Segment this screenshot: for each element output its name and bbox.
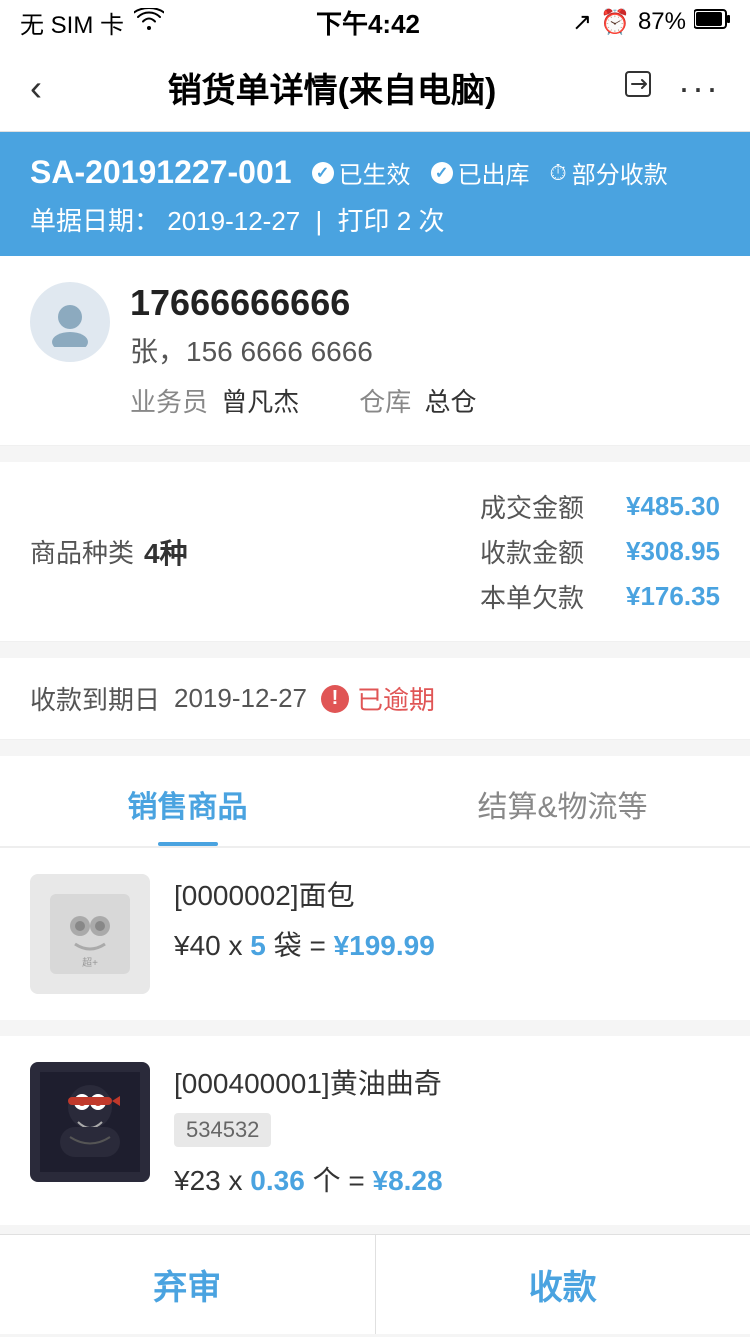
summary-section: 商品种类 4种 成交金额 ¥485.30 收款金额 ¥308.95 本单欠款 ¥… (0, 462, 750, 642)
product-price-2: ¥23 x 0.36 个 = ¥8.28 (174, 1159, 720, 1199)
alarm-icon: ⏰ (600, 8, 630, 37)
type-count: 4种 (144, 532, 188, 572)
customer-name: 张，156 6666 6666 (130, 330, 720, 370)
product-sku-2: 534532 (174, 1113, 271, 1147)
product-price-1: ¥40 x 5 袋 = ¥199.99 (174, 924, 720, 964)
owed-row: 本单欠款 ¥176.35 (480, 578, 720, 615)
received-value: ¥308.95 (600, 536, 720, 567)
amount-row: 成交金额 ¥485.30 (480, 488, 720, 525)
bottom-bar: 弃审 收款 (0, 1234, 750, 1334)
overdue-badge: ! 已逾期 (321, 680, 435, 717)
warehouse-value: 总仓 (425, 387, 477, 417)
cancel-review-button[interactable]: 弃审 (0, 1235, 376, 1334)
nav-bar: ‹ 销货单详情(来自电脑) ··· (0, 44, 750, 132)
carrier-label: 无 SIM 卡 (20, 5, 124, 40)
status-badge-effective: ✓ 已生效 (312, 155, 411, 190)
back-button[interactable]: ‹ (30, 67, 42, 109)
order-date-row: 单据日期： 2019-12-27 | 打印 2 次 (30, 201, 720, 238)
avatar (30, 282, 110, 362)
nav-right[interactable]: ··· (622, 67, 720, 109)
more-icon[interactable]: ··· (678, 67, 720, 109)
tab-settlement[interactable]: 结算&物流等 (375, 756, 750, 846)
product-type-info: 商品种类 4种 (30, 488, 188, 615)
location-icon: ↗ (572, 8, 592, 37)
tab-bar: 销售商品 结算&物流等 (0, 756, 750, 848)
product-thumbnail-2 (30, 1062, 150, 1182)
product-total-2: ¥8.28 (373, 1165, 443, 1196)
product-name-1: [0000002]面包 (174, 874, 720, 914)
amount-value: ¥485.30 (600, 491, 720, 522)
warehouse-field: 仓库 总仓 (359, 382, 476, 419)
salesperson-field: 业务员 曾凡杰 (130, 382, 299, 419)
due-section: 收款到期日 2019-12-27 ! 已逾期 (0, 658, 750, 740)
amount-info: 成交金额 ¥485.30 收款金额 ¥308.95 本单欠款 ¥176.35 (480, 488, 720, 615)
battery-icon (694, 8, 730, 36)
customer-section: 17666666666 张，156 6666 6666 业务员 曾凡杰 仓库 总… (0, 256, 750, 446)
status-bar: 无 SIM 卡 下午4:42 ↗ ⏰ 87% (0, 0, 750, 44)
battery-label: 87% (638, 8, 686, 36)
overdue-icon: ! (321, 685, 349, 713)
product-total-1: ¥199.99 (334, 930, 435, 961)
status-left: 无 SIM 卡 (20, 5, 164, 40)
status-badge-partial: ⏱ 部分收款 (550, 155, 668, 190)
product-qty-2: 0.36 (250, 1165, 305, 1196)
list-item[interactable]: 超+ [0000002]面包 ¥40 x 5 袋 = ¥199.99 (0, 848, 750, 1020)
salesperson-value: 曾凡杰 (221, 387, 299, 417)
order-number: SA-20191227-001 (30, 154, 292, 191)
list-item[interactable]: [000400001]黄油曲奇 534532 ¥23 x 0.36 个 = ¥8… (0, 1036, 750, 1225)
share-icon[interactable] (622, 68, 654, 107)
product-name-2: [000400001]黄油曲奇 (174, 1062, 720, 1102)
product-thumbnail-1: 超+ (30, 874, 150, 994)
status-time: 下午4:42 (316, 4, 420, 41)
payment-button[interactable]: 收款 (376, 1235, 750, 1334)
product-info-1: [0000002]面包 ¥40 x 5 袋 = ¥199.99 (174, 874, 720, 964)
tab-sales-products[interactable]: 销售商品 (0, 756, 375, 846)
status-right: ↗ ⏰ 87% (572, 8, 730, 37)
page-title: 销货单详情(来自电脑) (168, 63, 497, 112)
owed-value: ¥176.35 (600, 581, 720, 612)
received-row: 收款金额 ¥308.95 (480, 533, 720, 570)
wifi-icon (134, 8, 164, 37)
owl-image (30, 1062, 150, 1182)
product-qty-1: 5 (250, 930, 266, 961)
svg-text:超+: 超+ (82, 956, 98, 969)
product-info-2: [000400001]黄油曲奇 534532 ¥23 x 0.36 个 = ¥8… (174, 1062, 720, 1199)
customer-id: 17666666666 (130, 282, 720, 324)
customer-meta: 业务员 曾凡杰 仓库 总仓 (130, 382, 720, 419)
nav-left[interactable]: ‹ (30, 67, 42, 109)
status-badge-shipped: ✓ 已出库 (431, 155, 530, 190)
customer-info: 17666666666 张，156 6666 6666 业务员 曾凡杰 仓库 总… (130, 282, 720, 419)
header-band: SA-20191227-001 ✓ 已生效 ✓ 已出库 ⏱ 部分收款 单据日期：… (0, 132, 750, 256)
